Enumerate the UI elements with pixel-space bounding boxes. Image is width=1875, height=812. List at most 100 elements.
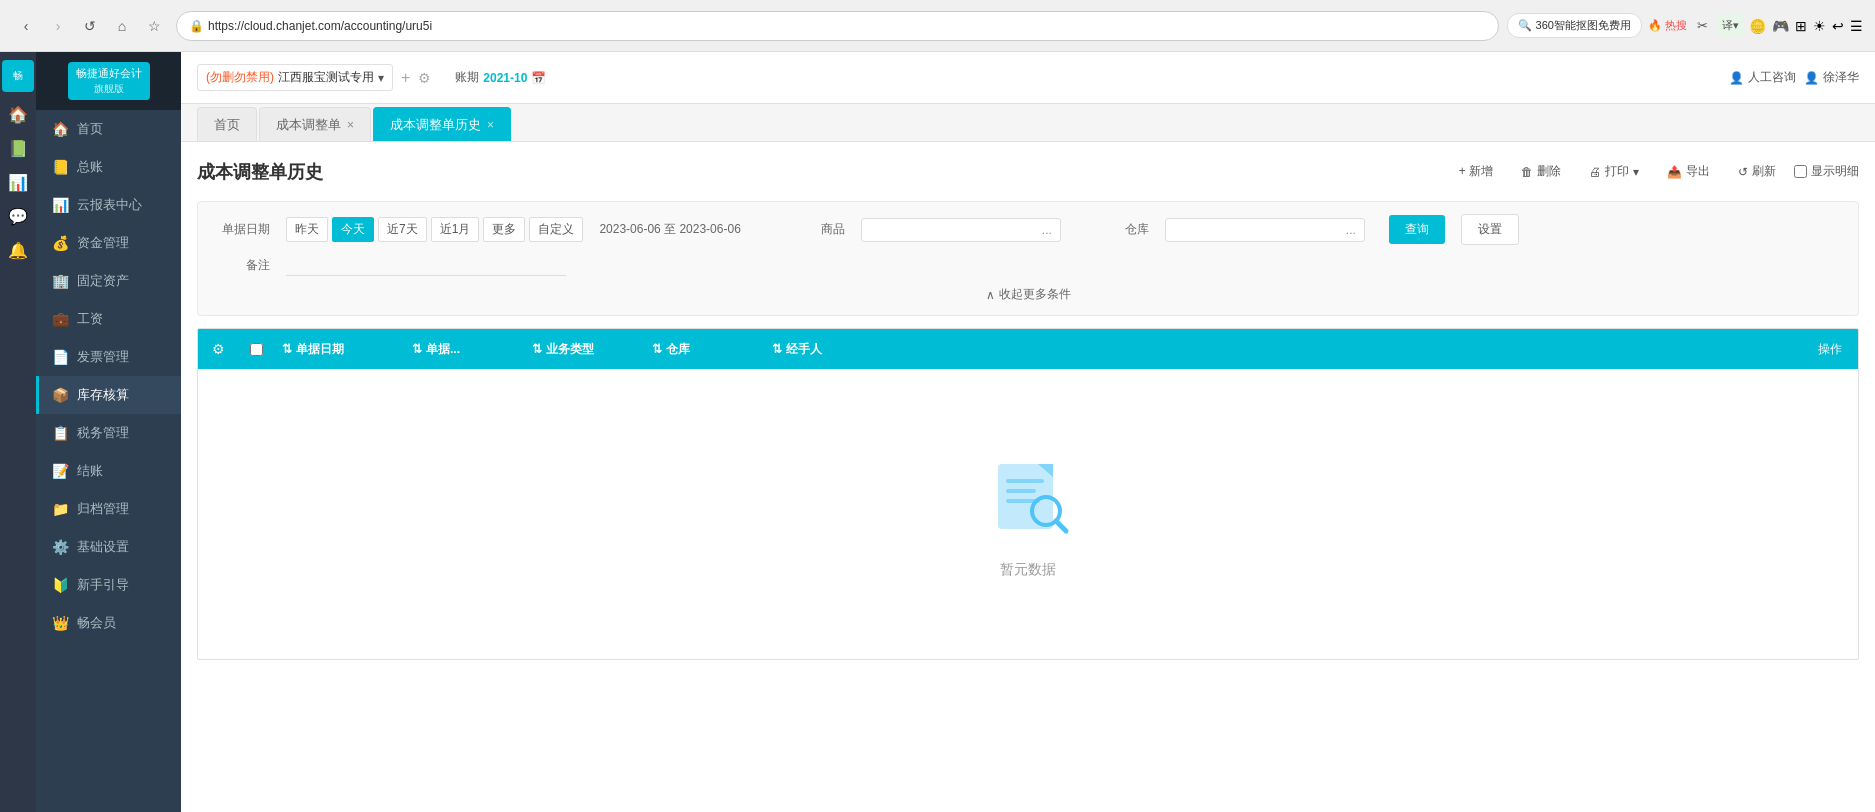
th-order[interactable]: ⇅ 单据... xyxy=(404,341,524,358)
sidebar-item-funds[interactable]: 💰 资金管理 xyxy=(36,224,181,262)
company-selector[interactable]: (勿删勿禁用) 江西服宝测试专用 ▾ xyxy=(197,64,393,91)
sidebar-item-vip[interactable]: 👑 畅会员 xyxy=(36,604,181,642)
th-date[interactable]: ⇅ 单据日期 xyxy=(274,341,404,358)
icon-bar-item-bell[interactable]: 🔔 xyxy=(2,234,34,266)
tab-cost-adjust-history[interactable]: 成本调整单历史 × xyxy=(373,107,511,141)
filter-collapse-btn[interactable]: ∧ 收起更多条件 xyxy=(214,286,1842,303)
th-operator-label: 经手人 xyxy=(786,341,822,358)
date-btn-1month[interactable]: 近1月 xyxy=(431,217,480,242)
browser-right-actions: 🔍 360智能抠图免费用 🔥 热搜 ✂ 译▾ 🪙 🎮 ⊞ ☀ ↩ ☰ xyxy=(1507,13,1863,38)
sidebar-item-settings[interactable]: ⚙️ 基础设置 xyxy=(36,528,181,566)
th-biz-type[interactable]: ⇅ 业务类型 xyxy=(524,341,644,358)
user-name: 徐泽华 xyxy=(1823,69,1859,86)
sidebar-item-closing[interactable]: 📝 结账 xyxy=(36,452,181,490)
add-company-btn[interactable]: + xyxy=(401,69,410,87)
filter-area: 单据日期 昨天 今天 近7天 近1月 更多 自定义 2023-06-06 至 2… xyxy=(197,201,1859,316)
grid-icon[interactable]: ⊞ xyxy=(1795,18,1807,34)
sidebar-item-ledger[interactable]: 📒 总账 xyxy=(36,148,181,186)
sidebar-label-ledger: 总账 xyxy=(77,158,103,176)
inventory-icon: 📦 xyxy=(51,387,69,403)
show-columns-checkbox-area[interactable]: 显示明细 xyxy=(1794,163,1859,180)
sidebar-item-tax[interactable]: 📋 税务管理 xyxy=(36,414,181,452)
reload-button[interactable]: ↺ xyxy=(76,12,104,40)
period-label: 账期 xyxy=(455,69,479,86)
remark-input[interactable] xyxy=(286,255,566,276)
settings-btn-filter[interactable]: 设置 xyxy=(1461,214,1519,245)
sidebar-item-archive[interactable]: 📁 归档管理 xyxy=(36,490,181,528)
sidebar-item-invoice[interactable]: 📄 发票管理 xyxy=(36,338,181,376)
address-url: https://cloud.chanjet.com/accounting/uru… xyxy=(208,19,432,33)
date-btn-yesterday[interactable]: 昨天 xyxy=(286,217,328,242)
page-header: 成本调整单历史 + 新增 🗑 删除 🖨 打印 ▾ 📤 导出 xyxy=(197,158,1859,185)
settings-gear-btn[interactable]: ⚙ xyxy=(418,70,431,86)
user-avatar-icon: 👤 xyxy=(1804,71,1819,85)
goods-more-btn[interactable]: ... xyxy=(1042,223,1052,237)
menu-icon[interactable]: ☰ xyxy=(1850,18,1863,34)
date-btn-7days[interactable]: 近7天 xyxy=(378,217,427,242)
sidebar-item-assets[interactable]: 🏢 固定资产 xyxy=(36,262,181,300)
th-settings-btn[interactable]: ⚙ xyxy=(198,341,238,357)
date-btn-more[interactable]: 更多 xyxy=(483,217,525,242)
sidebar-logo: 畅捷通好会计 旗舰版 xyxy=(68,62,150,99)
icon-bar-item-chart[interactable]: 📊 xyxy=(2,166,34,198)
svg-rect-2 xyxy=(1006,489,1036,493)
icon-bar-item-home[interactable]: 🏠 xyxy=(2,98,34,130)
query-btn[interactable]: 查询 xyxy=(1389,215,1445,244)
refresh-btn[interactable]: ↺ 刷新 xyxy=(1728,158,1786,185)
funds-icon: 💰 xyxy=(51,235,69,251)
sort-icon-order: ⇅ xyxy=(412,342,422,356)
show-columns-checkbox[interactable] xyxy=(1794,165,1807,178)
undo-icon[interactable]: ↩ xyxy=(1832,18,1844,34)
gold-icon[interactable]: 🪙 xyxy=(1749,18,1766,34)
home-button[interactable]: ⌂ xyxy=(108,12,136,40)
empty-state: 暂元数据 xyxy=(198,369,1858,659)
select-all-checkbox[interactable] xyxy=(250,343,263,356)
bookmark-button[interactable]: ☆ xyxy=(140,12,168,40)
translate-btn[interactable]: 译▾ xyxy=(1718,14,1743,37)
user-info[interactable]: 👤 徐泽华 xyxy=(1804,69,1859,86)
th-order-label: 单据... xyxy=(426,341,460,358)
tab-cost-adjust[interactable]: 成本调整单 × xyxy=(259,107,371,141)
date-btn-custom[interactable]: 自定义 xyxy=(529,217,583,242)
th-warehouse[interactable]: ⇅ 仓库 xyxy=(644,341,764,358)
cut-btn[interactable]: ✂ xyxy=(1693,14,1712,37)
tab-cost-adjust-close[interactable]: × xyxy=(347,118,354,132)
sidebar-item-inventory[interactable]: 📦 库存核算 xyxy=(36,376,181,414)
tab-cost-adjust-history-close[interactable]: × xyxy=(487,118,494,132)
address-bar[interactable]: 🔒 https://cloud.chanjet.com/accounting/u… xyxy=(176,11,1499,41)
sidebar-item-reports[interactable]: 📊 云报表中心 xyxy=(36,186,181,224)
icon-bar-item-msg[interactable]: 💬 xyxy=(2,200,34,232)
sort-icon-biz: ⇅ xyxy=(532,342,542,356)
service-btn[interactable]: 👤 人工咨询 xyxy=(1729,69,1796,86)
calendar-icon[interactable]: 📅 xyxy=(531,71,546,85)
warehouse-select[interactable]: ... xyxy=(1165,218,1365,242)
date-btn-today[interactable]: 今天 xyxy=(332,217,374,242)
tab-bar: 首页 成本调整单 × 成本调整单历史 × xyxy=(181,104,1875,142)
icon-bar: 畅 🏠 📗 📊 💬 🔔 xyxy=(0,52,36,812)
brightness-icon[interactable]: ☀ xyxy=(1813,18,1826,34)
sidebar-item-home[interactable]: 🏠 首页 xyxy=(36,110,181,148)
export-icon: 📤 xyxy=(1667,165,1682,179)
sidebar-item-guide[interactable]: 🔰 新手引导 xyxy=(36,566,181,604)
warehouse-more-btn[interactable]: ... xyxy=(1346,223,1356,237)
tab-home[interactable]: 首页 xyxy=(197,107,257,141)
data-table: ⚙ ⇅ 单据日期 ⇅ 单据... ⇅ 业务类型 xyxy=(197,328,1859,660)
sidebar-item-payroll[interactable]: 💼 工资 xyxy=(36,300,181,338)
back-button[interactable]: ‹ xyxy=(12,12,40,40)
new-btn[interactable]: + 新增 xyxy=(1449,158,1503,185)
game-icon[interactable]: 🎮 xyxy=(1772,18,1789,34)
forward-button[interactable]: › xyxy=(44,12,72,40)
delete-btn[interactable]: 🗑 删除 xyxy=(1511,158,1571,185)
icon-bar-item-book[interactable]: 📗 xyxy=(2,132,34,164)
archive-icon: 📁 xyxy=(51,501,69,517)
period-info: 账期 2021-10 📅 xyxy=(455,69,546,86)
search-box[interactable]: 🔍 360智能抠图免费用 xyxy=(1507,13,1642,38)
sort-icon-warehouse: ⇅ xyxy=(652,342,662,356)
th-operator[interactable]: ⇅ 经手人 xyxy=(764,341,884,358)
print-btn[interactable]: 🖨 打印 ▾ xyxy=(1579,158,1649,185)
th-actions-label: 操作 xyxy=(1818,342,1842,356)
export-btn[interactable]: 📤 导出 xyxy=(1657,158,1720,185)
th-warehouse-label: 仓库 xyxy=(666,341,690,358)
sidebar-label-home: 首页 xyxy=(77,120,103,138)
goods-select[interactable]: ... xyxy=(861,218,1061,242)
